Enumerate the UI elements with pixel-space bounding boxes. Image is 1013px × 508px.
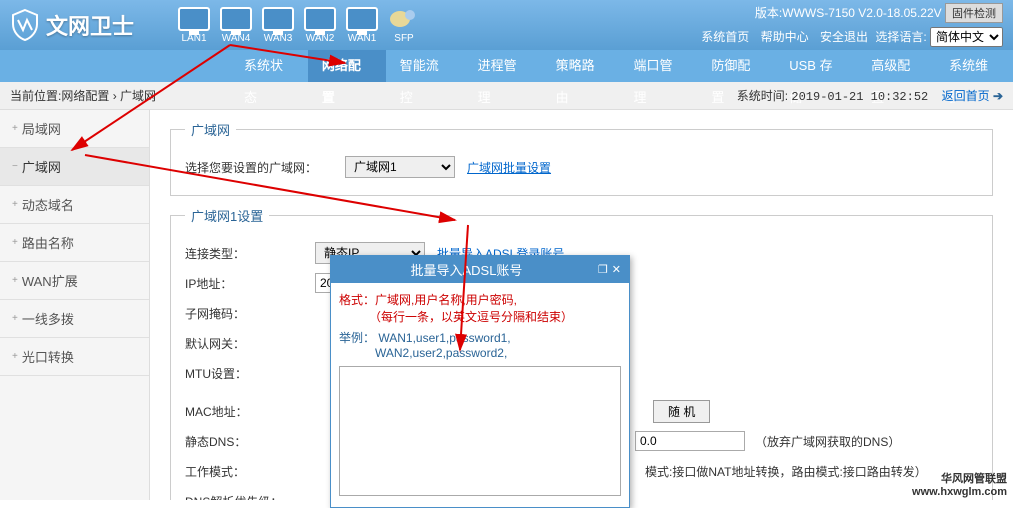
ip-label: IP地址： [185, 275, 315, 292]
wan-select-label: 选择您要设置的广域网： [185, 159, 345, 176]
link-logout[interactable]: 安全退出 [820, 30, 868, 44]
mtu-label: MTU设置： [185, 365, 315, 382]
nav-policy-route[interactable]: 策略路由 [542, 50, 620, 82]
lang-select[interactable]: 简体中文 [930, 27, 1003, 47]
nav-traffic[interactable]: 智能流控 [386, 50, 464, 82]
mac-random-button[interactable]: 随 机 [653, 400, 710, 423]
sidebar-item-lan[interactable]: +局域网 [0, 110, 149, 148]
plus-icon: + [12, 313, 18, 324]
adsl-import-dialog: 批量导入ADSL账号 ❐ ✕ 格式：广域网,用户名称,用户密码, （每行一条，以… [330, 255, 630, 508]
mask-label: 子网掩码： [185, 305, 315, 322]
dialog-format: 格式：广域网,用户名称,用户密码, [339, 291, 621, 308]
wan-batch-link[interactable]: 广域网批量设置 [467, 159, 551, 176]
dialog-example-label: 举例： [339, 331, 375, 345]
dialog-restore-icon[interactable]: ❐ [598, 263, 608, 276]
plus-icon: + [12, 275, 18, 286]
nav-network-config[interactable]: 网络配置 [308, 50, 386, 82]
systime-label: 系统时间: [737, 89, 788, 103]
iface-sfp[interactable]: SFP [384, 7, 424, 44]
mac-label: MAC地址： [185, 403, 315, 420]
dialog-title: 批量导入ADSL账号 [339, 260, 594, 279]
breadcrumb-0[interactable]: 网络配置 [61, 87, 109, 104]
sidebar-item-multidial[interactable]: +一线多拨 [0, 300, 149, 338]
plus-icon: + [12, 199, 18, 210]
dialog-example1: WAN1,user1,password1, [378, 331, 510, 345]
dialog-format2: （每行一条，以英文逗号分隔和结束） [339, 308, 621, 325]
breadcrumb-label: 当前位置: [10, 87, 61, 104]
plus-icon: + [12, 351, 18, 362]
iface-wan1[interactable]: WAN1 [342, 7, 382, 44]
brand-text: 文网卫士 [46, 9, 134, 41]
lang-label: 选择语言: [875, 30, 926, 44]
nav-usb[interactable]: USB 存储 [775, 50, 857, 82]
shield-icon [10, 8, 40, 42]
plus-icon: + [12, 123, 18, 134]
sidebar-item-ddns[interactable]: +动态域名 [0, 186, 149, 224]
nav-advanced[interactable]: 高级配置 [857, 50, 935, 82]
interface-strip: LAN1 WAN4 WAN3 WAN2 WAN1 SFP [174, 7, 424, 44]
wan1-legend: 广域网1设置 [185, 206, 269, 225]
dns-input[interactable] [635, 431, 745, 451]
dns-note: （放弃广域网获取的DNS） [755, 433, 900, 450]
sidebar-item-route-name[interactable]: +路由名称 [0, 224, 149, 262]
sidebar-item-wan-ext[interactable]: +WAN扩展 [0, 262, 149, 300]
watermark: 华风网管联盟 www.hxwglm.com [912, 470, 1007, 498]
sfp-icon [388, 7, 420, 31]
adsl-textarea[interactable] [339, 366, 621, 496]
link-home[interactable]: 系统首页 [701, 30, 749, 44]
brand-logo: 文网卫士 [10, 8, 134, 42]
dialog-close-icon[interactable]: ✕ [612, 263, 621, 276]
link-help[interactable]: 帮助中心 [761, 30, 809, 44]
back-home-link[interactable]: 返回首页 [942, 89, 990, 103]
systime-value: 2019-01-21 10:32:52 [791, 90, 928, 104]
iface-wan3[interactable]: WAN3 [258, 7, 298, 44]
nav-process[interactable]: 进程管理 [464, 50, 542, 82]
mode-note: 模式:接口做NAT地址转换，路由模式:接口路由转发） [645, 463, 927, 480]
nav-system-status[interactable]: 系统状态 [230, 50, 308, 82]
iface-lan1[interactable]: LAN1 [174, 7, 214, 44]
nav-maintain[interactable]: 系统维护 [935, 50, 1013, 82]
iface-wan4[interactable]: WAN4 [216, 7, 256, 44]
dns-pri-label: DNS解析优先级： [185, 493, 315, 501]
firmware-check-button[interactable]: 固件检测 [945, 3, 1003, 23]
sidebar-item-optical[interactable]: +光口转换 [0, 338, 149, 376]
sidebar-item-wan[interactable]: −广域网 [0, 148, 149, 186]
gw-label: 默认网关： [185, 335, 315, 352]
wan-select-legend: 广域网 [185, 120, 236, 139]
wan-select-fieldset: 广域网 选择您要设置的广域网： 广域网1 广域网批量设置 [170, 120, 993, 196]
minus-icon: − [12, 161, 18, 172]
plus-icon: + [12, 237, 18, 248]
breadcrumb-1: 广域网 [120, 87, 156, 104]
conn-type-label: 连接类型： [185, 245, 315, 262]
nav-defense[interactable]: 防御配置 [697, 50, 775, 82]
dialog-example2: WAN2,user2,password2, [339, 346, 507, 360]
wan-select[interactable]: 广域网1 [345, 156, 455, 178]
version-text: 版本:WWWS-7150 V2.0-18.05.22V [755, 6, 942, 20]
nav-port[interactable]: 端口管理 [619, 50, 697, 82]
iface-wan2[interactable]: WAN2 [300, 7, 340, 44]
mode-label: 工作模式： [185, 463, 315, 480]
arrow-right-icon: ➔ [993, 89, 1003, 103]
dns-label: 静态DNS： [185, 433, 315, 450]
